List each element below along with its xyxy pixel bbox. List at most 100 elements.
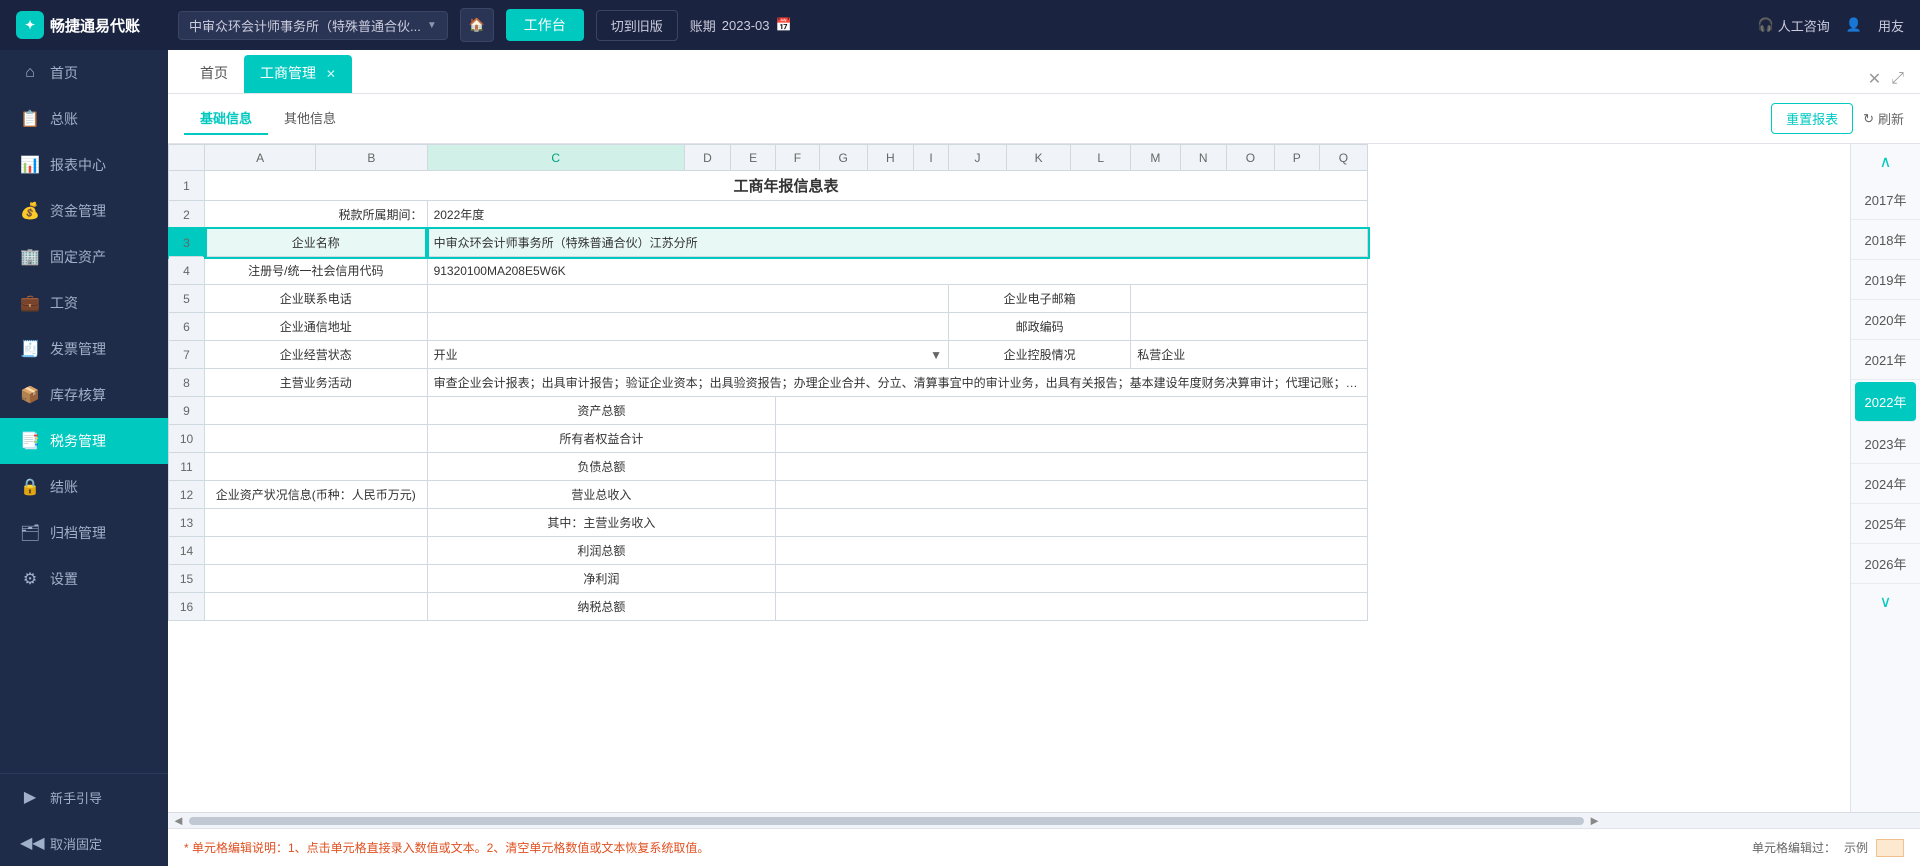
year-item-2026年[interactable]: 2026年 [1851, 544, 1920, 584]
table-row: 7 企业经营状态 开业 ▼ 企业控股情况 私营企业 [169, 341, 1368, 369]
sidebar-bottom: ▶ 新手引导 ◀◀ 取消固定 [0, 773, 168, 866]
table-row: 12 企业资产状况信息(币种：人民币万元) 营业总收入 [169, 481, 1368, 509]
year-item-2022年[interactable]: 2022年 [1855, 382, 1916, 422]
company-selector[interactable]: 中审众环会计师事务所（特殊普通合伙... ▼ [178, 11, 448, 40]
hscroll-bar[interactable]: ◄ ► [168, 812, 1920, 828]
sidebar-item-wage[interactable]: 💼工资 [0, 280, 168, 326]
sidebar-item-newbie[interactable]: ▶ 新手引导 [0, 774, 168, 820]
cell-assets-value[interactable] [776, 397, 1368, 425]
cell-profit-value[interactable] [776, 537, 1368, 565]
cell-main-biz-value[interactable]: 审查企业会计报表；出具审计报告；验证企业资本；出具验资报告；办理企业合并、分立、… [427, 369, 1367, 397]
cell-addr-label: 企业通信地址 [205, 313, 428, 341]
sidebar-label-tax: 税务管理 [50, 431, 106, 451]
sidebar-item-asset[interactable]: 🏢固定资产 [0, 234, 168, 280]
sidebar-item-report[interactable]: 📊报表中心 [0, 142, 168, 188]
year-item-2020年[interactable]: 2020年 [1851, 300, 1920, 340]
dropdown-icon[interactable]: ▼ [930, 348, 942, 362]
sidebar-label-inventory: 库存核算 [50, 385, 106, 405]
tab-business[interactable]: 工商管理 ✕ [244, 55, 352, 93]
cell-r14-a [205, 537, 428, 565]
cell-period-value[interactable]: 2022年度 [427, 201, 1367, 229]
cell-addr-value[interactable] [427, 313, 949, 341]
sidebar-scroll: ⌂首页📋总账📊报表中心💰资金管理🏢固定资产💼工资🧾发票管理📦库存核算 📑 税务管理 🔒… [0, 50, 168, 773]
year-item-2019年[interactable]: 2019年 [1851, 260, 1920, 300]
sidebar-item-ledger[interactable]: 📋总账 [0, 96, 168, 142]
row-num: 2 [169, 201, 205, 229]
spreadsheet-container[interactable]: A B C D E F G H I J K L M [168, 144, 1850, 812]
col-header-a: A [205, 145, 316, 171]
cell-regnum-value[interactable]: 91320100MA208E5W6K [427, 257, 1367, 285]
year-nav-up[interactable]: ∧ [1851, 144, 1920, 180]
row-num: 16 [169, 593, 205, 621]
refresh-button[interactable]: ↻ 刷新 [1863, 109, 1904, 128]
col-header-g: G [819, 145, 867, 171]
sidebar-item-invoice[interactable]: 🧾发票管理 [0, 326, 168, 372]
cell-phone-value[interactable] [427, 285, 949, 313]
spreadsheet-wrapper: A B C D E F G H I J K L M [168, 144, 1920, 812]
oldver-button[interactable]: 切到旧版 [596, 10, 678, 41]
table-row: 9 资产总额 [169, 397, 1368, 425]
cell-equity-value[interactable] [776, 425, 1368, 453]
tax-icon: 📑 [20, 431, 40, 451]
service-label: 人工咨询 [1778, 16, 1830, 35]
year-item-2023年[interactable]: 2023年 [1851, 424, 1920, 464]
cell-netprofit-value[interactable] [776, 565, 1368, 593]
year-item-2024年[interactable]: 2024年 [1851, 464, 1920, 504]
sidebar-item-unpin[interactable]: ◀◀ 取消固定 [0, 820, 168, 866]
cell-main-rev-value[interactable] [776, 509, 1368, 537]
tab-basic-label: 基础信息 [200, 111, 252, 126]
sidebar-item-settings[interactable]: ⚙设置 [0, 556, 168, 602]
row-num: 12 [169, 481, 205, 509]
col-header-b: B [316, 145, 427, 171]
cell-status-value[interactable]: 开业 ▼ [427, 341, 949, 369]
cell-company-value[interactable]: 中审众环会计师事务所（特殊普通合伙）江苏分所 [427, 229, 1367, 257]
table-row: 14 利润总额 [169, 537, 1368, 565]
footer-sample-swatch [1876, 839, 1904, 857]
tab-basic[interactable]: 基础信息 [184, 102, 268, 135]
workbench-button[interactable]: 工作台 [506, 9, 584, 41]
cell-control-value[interactable]: 私营企业 [1131, 341, 1368, 369]
cell-tax-value[interactable] [776, 593, 1368, 621]
cell-netprofit-label: 净利润 [427, 565, 776, 593]
tab-other[interactable]: 其他信息 [268, 102, 352, 135]
logo-icon: ✦ [16, 11, 44, 39]
cell-revenue-value[interactable] [776, 481, 1368, 509]
cell-finance-label: 企业资产状况信息(币种：人民币万元) [205, 481, 428, 509]
hscroll-right-arrow[interactable]: ► [1588, 813, 1601, 828]
table-row: 4 注册号/统一社会信用代码 91320100MA208E5W6K [169, 257, 1368, 285]
tab-close-icon[interactable]: ✕ [326, 67, 336, 81]
tab-close-all-icon[interactable]: ✕ [1868, 69, 1881, 89]
service-button[interactable]: 🎧 人工咨询 [1758, 16, 1830, 35]
year-item-2025年[interactable]: 2025年 [1851, 504, 1920, 544]
reset-button[interactable]: 重置报表 [1771, 103, 1853, 134]
sidebar-item-home[interactable]: ⌂首页 [0, 50, 168, 96]
sidebar-item-inventory[interactable]: 📦库存核算 [0, 372, 168, 418]
table-row: 16 纳税总额 [169, 593, 1368, 621]
sidebar-item-finance[interactable]: 💰资金管理 [0, 188, 168, 234]
sidebar-item-close[interactable]: 🔒结账 [0, 464, 168, 510]
sidebar-item-tax[interactable]: 📑 税务管理 [0, 418, 168, 464]
table-row: 5 企业联系电话 企业电子邮箱 [169, 285, 1368, 313]
period-display: 账期 2023-03 📅 [690, 16, 792, 35]
hscroll-thumb[interactable] [189, 817, 1584, 825]
col-header-f: F [776, 145, 820, 171]
cell-postcode-value[interactable] [1131, 313, 1368, 341]
col-header-k: K [1007, 145, 1071, 171]
year-nav-down[interactable]: ∨ [1851, 584, 1920, 620]
app-name: 畅捷通易代账 [50, 15, 140, 36]
company-dropdown-icon: ▼ [427, 20, 437, 31]
cell-debt-value[interactable] [776, 453, 1368, 481]
tab-expand-icon[interactable]: ⤢ [1891, 70, 1904, 88]
year-item-2021年[interactable]: 2021年 [1851, 340, 1920, 380]
hscroll-left-arrow[interactable]: ◄ [172, 813, 185, 828]
company-icon-button[interactable]: 🏠 [460, 8, 494, 42]
cell-r10-a [205, 425, 428, 453]
year-item-2017年[interactable]: 2017年 [1851, 180, 1920, 220]
row-num: 8 [169, 369, 205, 397]
cell-email-value[interactable] [1131, 285, 1368, 313]
tab-home[interactable]: 首页 [184, 55, 244, 93]
year-item-2018年[interactable]: 2018年 [1851, 220, 1920, 260]
settings-icon: ⚙ [20, 569, 40, 589]
sidebar-item-archive[interactable]: 🗂归档管理 [0, 510, 168, 556]
calendar-icon[interactable]: 📅 [776, 17, 792, 33]
